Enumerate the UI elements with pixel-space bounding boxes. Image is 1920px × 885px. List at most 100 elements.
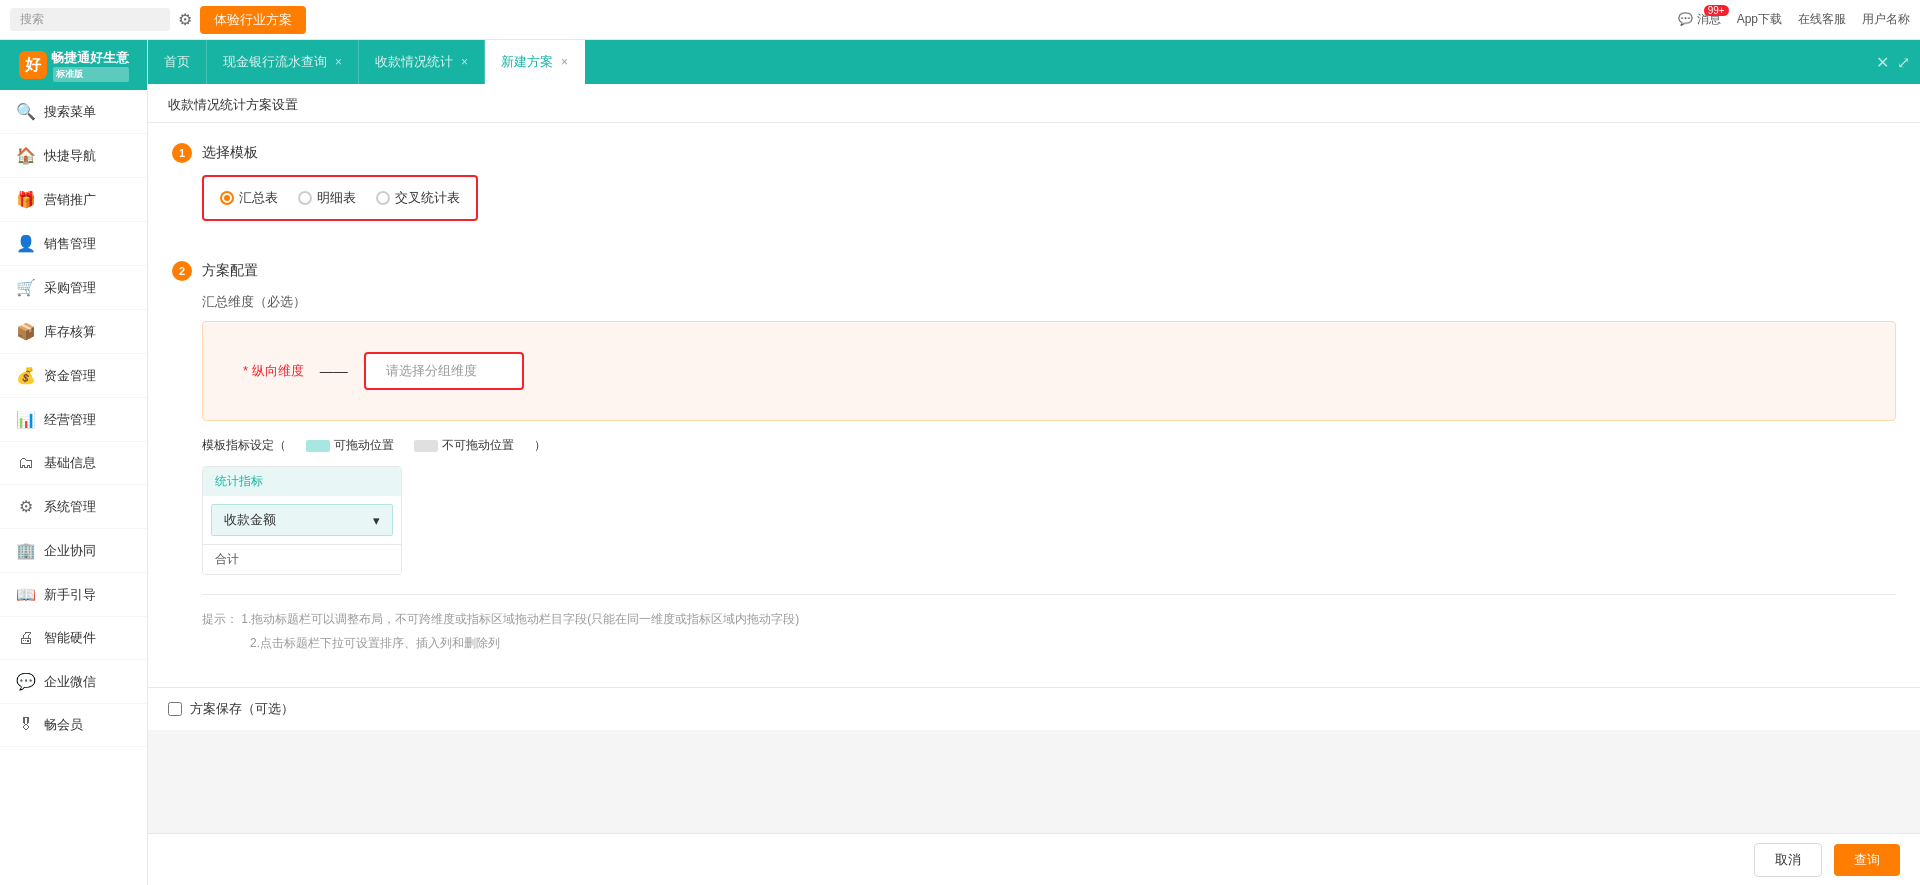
sidebar-label-system: 系统管理 xyxy=(44,498,96,516)
tab-bar-actions: ✕ ⤢ xyxy=(1876,53,1920,72)
settings-icon[interactable]: ⚙ xyxy=(178,10,192,29)
tab-home[interactable]: 首页 xyxy=(148,40,207,84)
sidebar-label-enterprise: 企业协同 xyxy=(44,542,96,560)
radio-detail[interactable]: 明细表 xyxy=(298,189,356,207)
dimension-title-text: 汇总维度（必选） xyxy=(202,294,306,309)
sidebar: 好 畅捷通好生意 标准版 🔍 搜索菜单 🏠 快捷导航 🎁 营销推广 👤 销售管理… xyxy=(0,40,148,885)
dimension-section-label: 汇总维度（必选） xyxy=(202,293,1896,311)
sidebar-item-finance[interactable]: 💰 资金管理 xyxy=(0,354,147,398)
sidebar-item-basic-info[interactable]: 🗂 基础信息 xyxy=(0,442,147,485)
metrics-table-header: 统计指标 xyxy=(203,467,401,496)
metrics-cell-payment-label: 收款金额 xyxy=(224,511,276,529)
sidebar-item-inventory[interactable]: 📦 库存核算 xyxy=(0,310,147,354)
radio-cross[interactable]: 交叉统计表 xyxy=(376,189,460,207)
tab-collection-stat-close[interactable]: × xyxy=(461,55,468,69)
vertical-dim-row: * 纵向维度 —— 请选择分组维度 xyxy=(243,352,524,390)
sidebar-label-marketing: 营销推广 xyxy=(44,191,96,209)
sidebar-item-purchase[interactable]: 🛒 采购管理 xyxy=(0,266,147,310)
content-area: 首页 现金银行流水查询 × 收款情况统计 × 新建方案 × ✕ ⤢ xyxy=(148,40,1920,885)
tab-collection-stat-label: 收款情况统计 xyxy=(375,53,453,71)
sidebar-label-finance: 资金管理 xyxy=(44,367,96,385)
search-menu-icon: 🔍 xyxy=(16,102,36,121)
footer-bar: 取消 查询 xyxy=(148,833,1920,885)
no-drag-indicator xyxy=(414,440,438,452)
sidebar-item-sales[interactable]: 👤 销售管理 xyxy=(0,222,147,266)
sidebar-label-search-menu: 搜索菜单 xyxy=(44,103,96,121)
logo-text: 畅捷通好生意 标准版 xyxy=(51,49,129,82)
step2-content: 汇总维度（必选） * 纵向维度 —— 请选择分组维度 xyxy=(202,293,1896,667)
sidebar-item-marketing[interactable]: 🎁 营销推广 xyxy=(0,178,147,222)
metrics-cell-payment[interactable]: 收款金额 ▾ xyxy=(211,504,393,536)
user-name[interactable]: 用户名称 xyxy=(1862,11,1910,28)
marketing-icon: 🎁 xyxy=(16,190,36,209)
sidebar-label-sales: 销售管理 xyxy=(44,235,96,253)
search-box[interactable]: 搜索 xyxy=(10,8,170,31)
logo-area: 好 畅捷通好生意 标准版 xyxy=(0,40,147,90)
tab-collection-stat[interactable]: 收款情况统计 × xyxy=(359,40,485,84)
metrics-table: 统计指标 收款金额 ▾ 合计 xyxy=(202,466,402,575)
tab-bank-flow[interactable]: 现金银行流水查询 × xyxy=(207,40,359,84)
dim-arrow: —— xyxy=(320,363,348,379)
top-bar: 搜索 ⚙ 体验行业方案 💬 99+ 消息 App下载 在线客服 用户名称 xyxy=(0,0,1920,40)
metrics-cells-container: 收款金额 ▾ xyxy=(203,496,401,544)
query-button[interactable]: 查询 xyxy=(1834,844,1900,876)
radio-summary-circle xyxy=(220,191,234,205)
purchase-icon: 🛒 xyxy=(16,278,36,297)
sidebar-item-enterprise[interactable]: 🏢 企业协同 xyxy=(0,529,147,573)
sidebar-item-quick-nav[interactable]: 🏠 快捷导航 xyxy=(0,134,147,178)
drag-indicator xyxy=(306,440,330,452)
sidebar-item-system[interactable]: ⚙ 系统管理 xyxy=(0,485,147,529)
sidebar-item-operations[interactable]: 📊 经营管理 xyxy=(0,398,147,442)
top-bar-right: 💬 99+ 消息 App下载 在线客服 用户名称 xyxy=(1678,11,1910,28)
no-drag-tag: 不可拖动位置 xyxy=(414,437,514,454)
save-label-text: 方案保存（可选） xyxy=(190,700,294,718)
sidebar-item-search-menu[interactable]: 🔍 搜索菜单 xyxy=(0,90,147,134)
logo-icon: 好 xyxy=(19,51,47,79)
sidebar-label-basic-info: 基础信息 xyxy=(44,454,96,472)
step2-row: 2 方案配置 xyxy=(172,261,1896,281)
radio-cross-label: 交叉统计表 xyxy=(395,189,460,207)
main-layout: 好 畅捷通好生意 标准版 🔍 搜索菜单 🏠 快捷导航 🎁 营销推广 👤 销售管理… xyxy=(0,40,1920,885)
metrics-cell-dropdown-icon[interactable]: ▾ xyxy=(373,513,380,528)
sidebar-item-smart-hw[interactable]: 🖨 智能硬件 xyxy=(0,617,147,660)
sidebar-label-smart-hw: 智能硬件 xyxy=(44,629,96,647)
tab-new-plan-close[interactable]: × xyxy=(561,55,568,69)
sales-icon: 👤 xyxy=(16,234,36,253)
industry-plan-button[interactable]: 体验行业方案 xyxy=(200,6,306,34)
tab-window-close-icon[interactable]: ✕ xyxy=(1876,53,1889,72)
tab-bank-flow-close[interactable]: × xyxy=(335,55,342,69)
tab-window-expand-icon[interactable]: ⤢ xyxy=(1897,53,1910,72)
sidebar-item-guide[interactable]: 📖 新手引导 xyxy=(0,573,147,617)
metrics-close-paren: ） xyxy=(534,437,546,454)
sidebar-item-wechat[interactable]: 💬 企业微信 xyxy=(0,660,147,704)
app-download-link[interactable]: App下载 xyxy=(1737,11,1782,28)
top-bar-left: 搜索 ⚙ 体验行业方案 xyxy=(10,6,1670,34)
cancel-button[interactable]: 取消 xyxy=(1754,843,1822,877)
tab-bar: 首页 现金银行流水查询 × 收款情况统计 × 新建方案 × ✕ ⤢ xyxy=(148,40,1920,84)
message-badge-wrap[interactable]: 💬 99+ 消息 xyxy=(1678,11,1720,28)
step1-row: 1 选择模板 xyxy=(172,143,1896,163)
breadcrumb: 收款情况统计方案设置 xyxy=(168,97,298,112)
save-checkbox[interactable] xyxy=(168,702,182,716)
dim-select-box[interactable]: 请选择分组维度 xyxy=(364,352,524,390)
radio-summary[interactable]: 汇总表 xyxy=(220,189,278,207)
basic-info-icon: 🗂 xyxy=(16,454,36,472)
drag-tag: 可拖动位置 xyxy=(306,437,394,454)
page-content: 收款情况统计方案设置 1 选择模板 汇总表 xyxy=(148,84,1920,833)
finance-icon: 💰 xyxy=(16,366,36,385)
sidebar-item-member[interactable]: 🎖 畅会员 xyxy=(0,704,147,747)
operations-icon: 📊 xyxy=(16,410,36,429)
step2-label: 方案配置 xyxy=(202,262,258,280)
online-service-link[interactable]: 在线客服 xyxy=(1798,11,1846,28)
quick-nav-icon: 🏠 xyxy=(16,146,36,165)
tab-new-plan[interactable]: 新建方案 × xyxy=(485,40,585,84)
template-radio-group: 汇总表 明细表 交叉统计表 xyxy=(220,189,460,207)
sidebar-label-purchase: 采购管理 xyxy=(44,279,96,297)
sidebar-label-wechat: 企业微信 xyxy=(44,673,96,691)
metrics-subrow-total: 合计 xyxy=(203,544,401,574)
smart-hw-icon: 🖨 xyxy=(16,629,36,647)
step1-badge: 1 xyxy=(172,143,192,163)
member-icon: 🎖 xyxy=(16,716,36,734)
tab-new-plan-label: 新建方案 xyxy=(501,53,553,71)
drag-label-text: 可拖动位置 xyxy=(334,437,394,454)
